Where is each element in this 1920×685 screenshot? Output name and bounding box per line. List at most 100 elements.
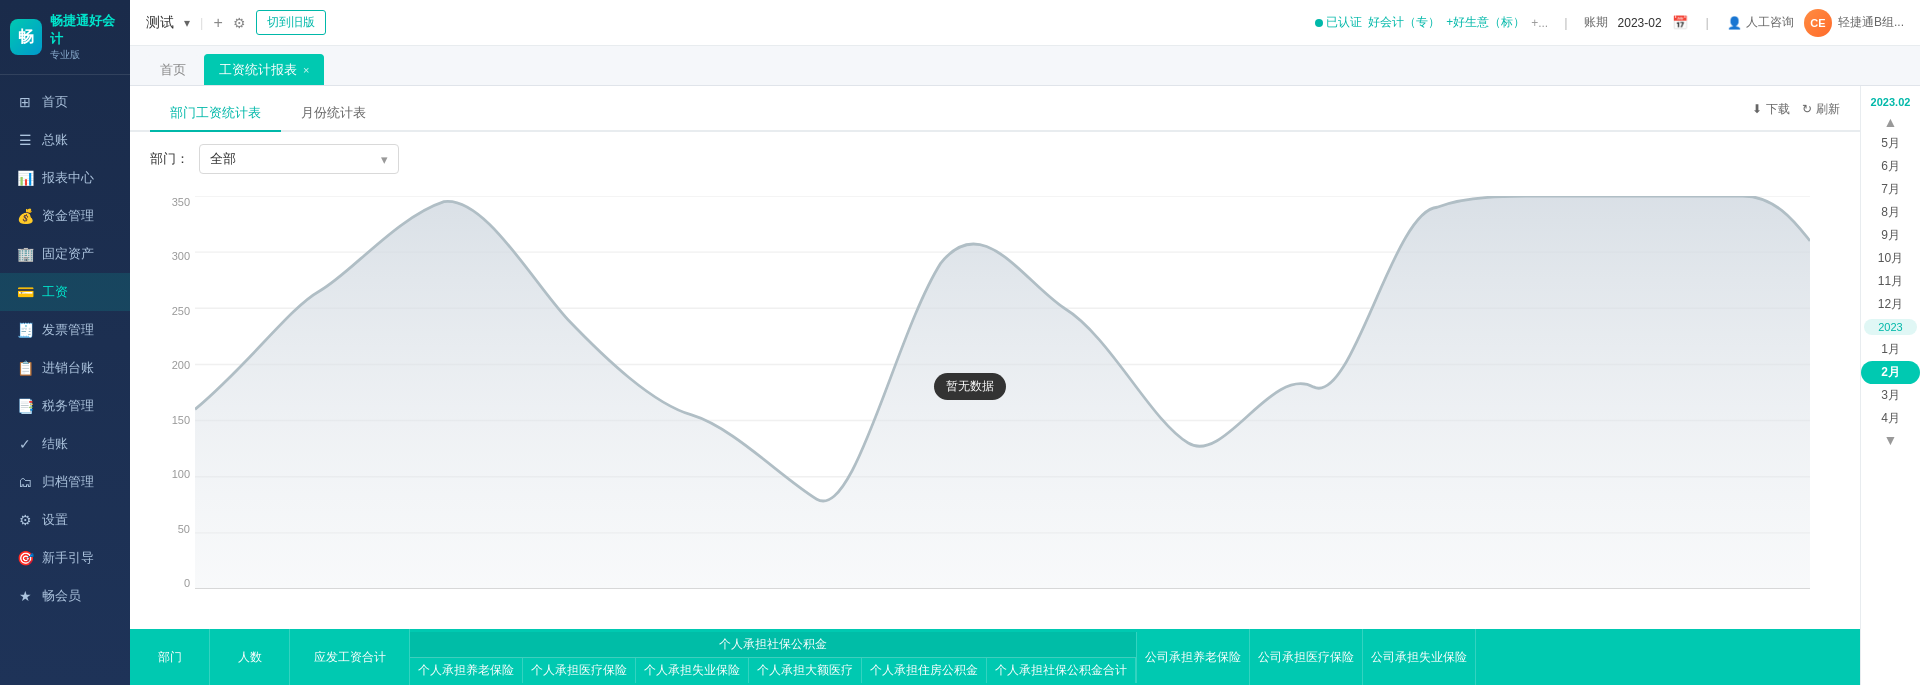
subtab-dept[interactable]: 部门工资统计表 [150, 96, 281, 132]
sidebar-item-home[interactable]: ⊞ 首页 [0, 83, 130, 121]
tab-close-icon[interactable]: × [303, 64, 309, 76]
dept-select[interactable]: 全部 ▾ [199, 144, 399, 174]
col-personal-housing: 个人承担住房公积金 [862, 658, 987, 683]
group-personal-cols: 个人承担养老保险 个人承担医疗保险 个人承担失业保险 个人承担大额医疗 个人承担… [410, 658, 1136, 683]
switch-to-old-btn[interactable]: 切到旧版 [256, 10, 326, 35]
settings-icon: ⚙ [16, 512, 34, 528]
sidebar-label: 结账 [42, 435, 68, 453]
invoice-icon: 🧾 [16, 322, 34, 338]
sidebar-label: 发票管理 [42, 321, 94, 339]
sidebar-label: 固定资产 [42, 245, 94, 263]
month-apr[interactable]: 4月 [1861, 407, 1920, 430]
month-jun[interactable]: 6月 [1861, 155, 1920, 178]
sidebar-item-invoice[interactable]: 🧾 发票管理 [0, 311, 130, 349]
close-month-icon: ✓ [16, 436, 34, 452]
sidebar-item-archive[interactable]: 🗂 归档管理 [0, 463, 130, 501]
chart-container: 0 50 100 150 200 250 300 350 [130, 186, 1860, 629]
download-icon: ⬇ [1752, 102, 1762, 116]
month-mar[interactable]: 3月 [1861, 384, 1920, 407]
settings-btn[interactable]: ⚙ [233, 15, 246, 31]
sidebar-item-vip[interactable]: ★ 畅会员 [0, 577, 130, 615]
certified-dot [1315, 19, 1323, 27]
calendar-icon[interactable]: 📅 [1672, 15, 1688, 30]
sidebar-item-funds[interactable]: 💰 资金管理 [0, 197, 130, 235]
y-label-250: 250 [150, 305, 190, 317]
col-personal-medical: 个人承担医疗保险 [523, 658, 636, 683]
month-oct[interactable]: 10月 [1861, 247, 1920, 270]
logo-text: 畅捷通好会计 专业版 [50, 12, 120, 62]
sidebar-item-salary[interactable]: 💳 工资 [0, 273, 130, 311]
col-personal-medical2: 个人承担大额医疗 [749, 658, 862, 683]
col-company-unemployment: 公司承担失业保险 [1363, 629, 1476, 685]
business-status: +好生意（标） [1446, 14, 1525, 31]
y-axis: 0 50 100 150 200 250 300 350 [150, 196, 190, 589]
col-company-pension: 公司承担养老保险 [1137, 629, 1250, 685]
subtab-month[interactable]: 月份统计表 [281, 96, 386, 132]
refresh-icon: ↻ [1802, 102, 1812, 116]
assets-icon: 🏢 [16, 246, 34, 262]
chevron-down-icon: ▾ [381, 152, 388, 167]
sidebar-item-tax[interactable]: 📑 税务管理 [0, 387, 130, 425]
month-aug[interactable]: 8月 [1861, 201, 1920, 224]
sidebar-item-settings[interactable]: ⚙ 设置 [0, 501, 130, 539]
funds-icon: 💰 [16, 208, 34, 224]
assistant-label: 人工咨询 [1746, 14, 1794, 31]
col-dept: 部门 [130, 629, 210, 685]
sidebar-item-ledger[interactable]: ☰ 总账 [0, 121, 130, 159]
sidebar-label: 进销台账 [42, 359, 94, 377]
month-sep[interactable]: 9月 [1861, 224, 1920, 247]
refresh-label: 刷新 [1816, 101, 1840, 118]
year-2023[interactable]: 2023 [1864, 319, 1917, 335]
tab-salary[interactable]: 工资统计报表 × [204, 54, 324, 85]
month-jul[interactable]: 7月 [1861, 178, 1920, 201]
sidebar-item-reports[interactable]: 📊 报表中心 [0, 159, 130, 197]
tabbar: 首页 工资统计报表 × [130, 46, 1920, 86]
subtab-actions: ⬇ 下载 ↻ 刷新 [1752, 96, 1840, 130]
archive-icon: 🗂 [16, 474, 34, 490]
month-may[interactable]: 5月 [1861, 132, 1920, 155]
chart-svg-area: 暂无数据 [195, 196, 1810, 589]
sep3: | [1706, 15, 1709, 30]
month-feb-active[interactable]: 2月 [1861, 361, 1920, 384]
chart-tooltip: 暂无数据 [934, 373, 1006, 400]
current-date-display: 2023.02 [1867, 92, 1915, 112]
topbar: 测试 ▾ | + ⚙ 切到旧版 已认证 好会计（专） +好生意（标） +... … [130, 0, 1920, 46]
period-label: 账期 [1584, 14, 1608, 31]
sidebar-label: 报表中心 [42, 169, 94, 187]
purchase-icon: 📋 [16, 360, 34, 376]
download-btn[interactable]: ⬇ 下载 [1752, 101, 1790, 118]
sidebar-item-assets[interactable]: 🏢 固定资产 [0, 235, 130, 273]
user-profile[interactable]: CE 轻捷通B组... [1804, 9, 1904, 37]
refresh-btn[interactable]: ↻ 刷新 [1802, 101, 1840, 118]
company-dropdown[interactable]: ▾ [184, 16, 190, 30]
logo[interactable]: 畅 畅捷通好会计 专业版 [0, 0, 130, 75]
add-icon[interactable]: + [213, 14, 222, 32]
sidebar: 畅 畅捷通好会计 专业版 ⊞ 首页 ☰ 总账 📊 报表中心 💰 资金管理 🏢 固… [0, 0, 130, 685]
home-icon: ⊞ [16, 94, 34, 110]
month-dec[interactable]: 12月 [1861, 293, 1920, 316]
sidebar-nav: ⊞ 首页 ☰ 总账 📊 报表中心 💰 资金管理 🏢 固定资产 💳 工资 🧾 发票… [0, 75, 130, 685]
tax-icon: 📑 [16, 398, 34, 414]
tab-home[interactable]: 首页 [146, 55, 200, 85]
company-name: 测试 [146, 14, 174, 32]
guide-icon: 🎯 [16, 550, 34, 566]
filter-bar: 部门： 全部 ▾ [130, 132, 1860, 186]
assistant-icon: 👤 [1727, 16, 1742, 30]
table-footer: 部门 人数 应发工资合计 个人承担社保公积金 个人承担养老保险 [130, 629, 1860, 685]
month-nov[interactable]: 11月 [1861, 270, 1920, 293]
right-date-panel: 2023.02 ▲ 5月 6月 7月 8月 9月 10月 11月 12月 202… [1860, 86, 1920, 685]
month-jan[interactable]: 1月 [1861, 338, 1920, 361]
date-nav-up[interactable]: ▲ [1880, 112, 1902, 132]
assistant-btn[interactable]: 👤 人工咨询 [1727, 14, 1794, 31]
sidebar-item-close[interactable]: ✓ 结账 [0, 425, 130, 463]
salary-icon: 💳 [16, 284, 34, 300]
subtab-bar: 部门工资统计表 月份统计表 ⬇ 下载 ↻ 刷新 [130, 86, 1860, 132]
good-account-status: 好会计（专） [1368, 14, 1440, 31]
col-company-medical: 公司承担医疗保险 [1250, 629, 1363, 685]
sidebar-item-purchase[interactable]: 📋 进销台账 [0, 349, 130, 387]
sidebar-item-guide[interactable]: 🎯 新手引导 [0, 539, 130, 577]
sidebar-label: 畅会员 [42, 587, 81, 605]
date-nav-down[interactable]: ▼ [1880, 430, 1902, 450]
user-name: 轻捷通B组... [1838, 14, 1904, 31]
more-status: +... [1531, 16, 1548, 30]
